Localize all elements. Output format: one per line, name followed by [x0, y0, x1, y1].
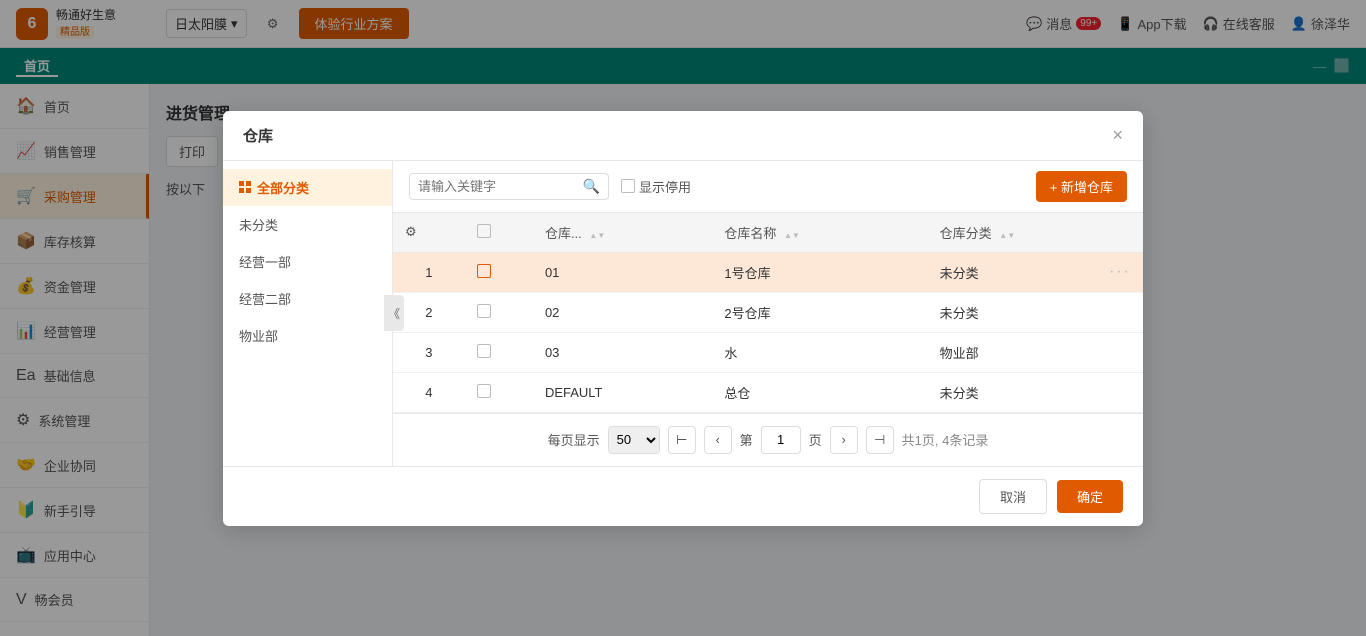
col-code-header[interactable]: 仓库... ▲▼ — [533, 213, 712, 253]
row-actions-icon[interactable]: ··· — [1109, 263, 1131, 281]
collapse-icon: 《 — [388, 305, 400, 322]
col-name-label: 仓库名称 — [724, 226, 776, 241]
row-checkbox-cell — [465, 292, 533, 332]
sort-code-icon: ▲▼ — [589, 231, 605, 240]
modal-close-button[interactable]: × — [1112, 125, 1123, 146]
next-page-button[interactable]: › — [830, 426, 858, 454]
col-cat-label: 仓库分类 — [940, 226, 992, 241]
modal-body: 全部分类 未分类 经营一部 经营二部 物业部 《 🔍 — [223, 161, 1143, 466]
show-disabled-toggle[interactable]: 显示停用 — [621, 177, 691, 196]
row-category: 物业部 — [928, 332, 1143, 372]
row-category: 未分类 — [928, 372, 1143, 412]
select-all-checkbox[interactable] — [477, 224, 491, 238]
modal-overlay: 仓库 × 全部分类 未分类 经营一部 经营二部 物业部 — [0, 0, 1366, 636]
category-collapse-button[interactable]: 《 — [384, 295, 404, 331]
col-name-header[interactable]: 仓库名称 ▲▼ — [712, 213, 927, 253]
category-item-dept2[interactable]: 经营二部 — [223, 280, 392, 317]
search-icon[interactable]: 🔍 — [583, 178, 600, 195]
modal-footer: 取消 确定 — [223, 466, 1143, 526]
table-header: ⚙ 仓库... ▲▼ 仓库名称 ▲▼ — [393, 213, 1143, 253]
row-code: 03 — [533, 332, 712, 372]
total-info: 共1页, 4条记录 — [902, 430, 989, 449]
row-checkbox[interactable] — [477, 264, 491, 278]
modal-header: 仓库 × — [223, 111, 1143, 161]
row-code: 02 — [533, 292, 712, 332]
row-checkbox-cell — [465, 252, 533, 292]
table-scroll: ⚙ 仓库... ▲▼ 仓库名称 ▲▼ — [393, 213, 1143, 413]
go-page-label: 第 — [740, 430, 753, 449]
row-category: 未分类··· — [928, 252, 1143, 292]
sort-name-icon: ▲▼ — [784, 231, 800, 240]
row-checkbox[interactable] — [477, 304, 491, 318]
table-area: 🔍 显示停用 + 新增仓库 ⚙ — [393, 161, 1143, 466]
page-label: 页 — [809, 430, 822, 449]
row-checkbox[interactable] — [477, 344, 491, 358]
row-num: 3 — [393, 332, 465, 372]
per-page-select[interactable]: 50 10 20 100 — [608, 426, 660, 454]
page-number-input[interactable] — [761, 426, 801, 454]
table-row[interactable]: 2 02 2号仓库 未分类 — [393, 292, 1143, 332]
show-disabled-label: 显示停用 — [639, 177, 691, 196]
show-disabled-checkbox[interactable] — [621, 179, 635, 193]
cancel-button[interactable]: 取消 — [979, 479, 1047, 514]
row-checkbox-cell — [465, 332, 533, 372]
pagination: 每页显示 50 10 20 100 ⊢ ‹ 第 页 › ⊣ 共1页, 4条记录 — [393, 413, 1143, 466]
search-input[interactable] — [418, 179, 583, 194]
category-item-unclassified[interactable]: 未分类 — [223, 206, 392, 243]
grid-icon — [239, 181, 251, 193]
col-check-header — [465, 213, 533, 253]
search-input-wrap: 🔍 — [409, 173, 609, 200]
table-row[interactable]: 1 01 1号仓库 未分类··· — [393, 252, 1143, 292]
table-row[interactable]: 3 03 水 物业部 — [393, 332, 1143, 372]
row-category: 未分类 — [928, 292, 1143, 332]
row-code: DEFAULT — [533, 372, 712, 412]
category-item-dept1[interactable]: 经营一部 — [223, 243, 392, 280]
row-num: 4 — [393, 372, 465, 412]
row-name: 1号仓库 — [712, 252, 927, 292]
category-item-property[interactable]: 物业部 — [223, 317, 392, 354]
warehouse-modal: 仓库 × 全部分类 未分类 经营一部 经营二部 物业部 — [223, 111, 1143, 526]
category-all[interactable]: 全部分类 — [223, 169, 392, 206]
last-page-button[interactable]: ⊣ — [866, 426, 894, 454]
row-checkbox[interactable] — [477, 384, 491, 398]
col-code-label: 仓库... — [545, 226, 582, 241]
row-code: 01 — [533, 252, 712, 292]
row-checkbox-cell — [465, 372, 533, 412]
col-gear-header[interactable]: ⚙ — [393, 213, 465, 253]
confirm-button[interactable]: 确定 — [1057, 480, 1123, 513]
row-num: 1 — [393, 252, 465, 292]
table-body: 1 01 1号仓库 未分类··· 2 02 2号仓库 未分类 3 03 水 物业… — [393, 252, 1143, 412]
category-all-label: 全部分类 — [257, 178, 309, 197]
per-page-label: 每页显示 — [548, 430, 600, 449]
modal-title: 仓库 — [243, 125, 273, 146]
table-row[interactable]: 4 DEFAULT 总仓 未分类 — [393, 372, 1143, 412]
first-page-button[interactable]: ⊢ — [668, 426, 696, 454]
col-cat-header[interactable]: 仓库分类 ▲▼ — [928, 213, 1143, 253]
table-toolbar: 🔍 显示停用 + 新增仓库 — [393, 161, 1143, 213]
row-name: 2号仓库 — [712, 292, 927, 332]
row-name: 水 — [712, 332, 927, 372]
warehouse-table: ⚙ 仓库... ▲▼ 仓库名称 ▲▼ — [393, 213, 1143, 413]
add-warehouse-button[interactable]: + 新增仓库 — [1036, 171, 1127, 202]
sort-cat-icon: ▲▼ — [999, 231, 1015, 240]
row-name: 总仓 — [712, 372, 927, 412]
prev-page-button[interactable]: ‹ — [704, 426, 732, 454]
category-sidebar: 全部分类 未分类 经营一部 经营二部 物业部 《 — [223, 161, 393, 466]
